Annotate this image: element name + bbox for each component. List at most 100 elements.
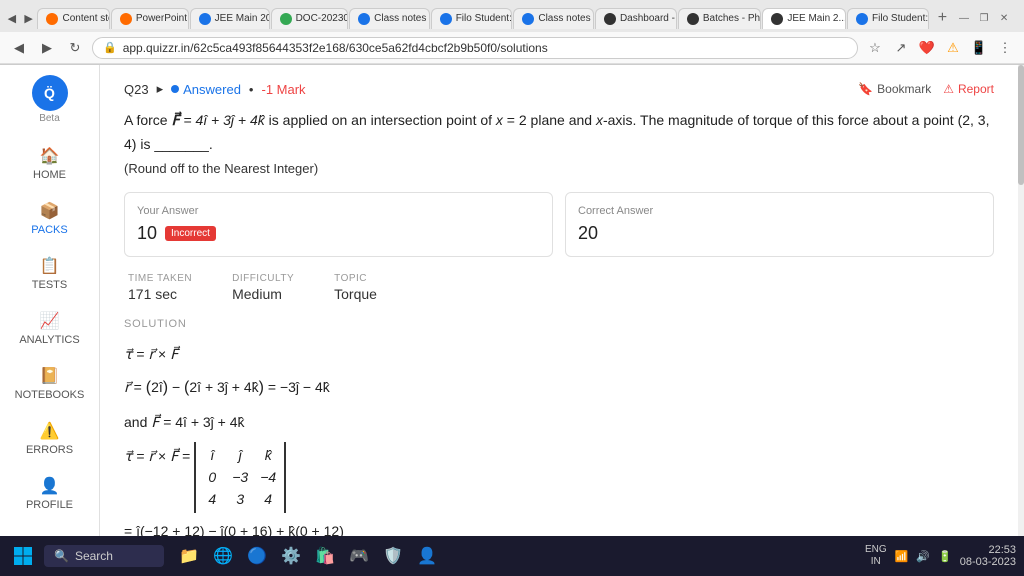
tab-content-store[interactable]: Content store (37, 8, 109, 29)
minimize-button[interactable]: — (956, 10, 972, 26)
new-tab-button[interactable]: + (930, 5, 955, 31)
bookmark-label: Bookmark (877, 82, 931, 96)
tab-class-notes1[interactable]: Class notes | f... (349, 8, 430, 29)
menu-icon[interactable]: ⋮ (994, 37, 1016, 59)
mark-penalty: -1 Mark (261, 82, 305, 97)
bookmark-button[interactable]: 🔖 Bookmark (858, 82, 931, 96)
your-answer-number: 10 (137, 223, 157, 244)
share-icon[interactable]: ↗ (890, 37, 912, 59)
taskbar-chrome[interactable]: 🌐 (208, 541, 238, 571)
taskbar-app2[interactable]: 🎮 (344, 541, 374, 571)
matrix-k: k̂ (260, 444, 276, 466)
tab-favicon (199, 13, 211, 25)
sidebar-item-tests[interactable]: 📋 TESTS (5, 248, 95, 299)
tab-favicon (522, 13, 534, 25)
speaker-icon: 🔊 (916, 550, 930, 563)
sidebar-item-label: PACKS (31, 224, 67, 236)
matrix-r2: −3 (232, 466, 248, 488)
taskbar: 🔍 Search 📁 🌐 🔵 ⚙️ 🛍️ 🎮 🛡️ 👤 ENGIN 📶 🔊 🔋 … (0, 536, 1024, 576)
dot-separator: • (249, 82, 254, 97)
taskbar-app3[interactable]: 🛡️ (378, 541, 408, 571)
sidebar-item-label: ANALYTICS (19, 334, 79, 346)
tab-label: Filo Student: V... (456, 13, 513, 24)
tab-label: DOC-202301... (296, 13, 349, 24)
tab-doc[interactable]: DOC-202301... (271, 8, 349, 29)
restore-button[interactable]: ❐ (976, 10, 992, 26)
topic-value: Torque (334, 286, 377, 302)
solution-line-5: = î(−12 + 12) − ĵ(0 + 16) + k̂(0 + 12) (124, 517, 994, 536)
scrollbar[interactable] (1018, 65, 1024, 536)
tab-filo1[interactable]: Filo Student: V... (431, 8, 513, 29)
matrix-f2: 3 (232, 488, 248, 510)
lock-icon: 🔒 (103, 41, 117, 54)
taskbar-edge[interactable]: 🔵 (242, 541, 272, 571)
cast-icon[interactable]: 📱 (968, 37, 990, 59)
tab-label: JEE Main 201... (215, 13, 270, 24)
tab-favicon (604, 13, 616, 25)
date-display: 08-03-2023 (960, 556, 1016, 568)
answer-boxes: Your Answer 10 Incorrect Correct Answer … (124, 192, 994, 257)
bookmark-star-icon[interactable]: ☆ (864, 37, 886, 59)
sidebar-item-profile[interactable]: 👤 PROFILE (5, 468, 95, 519)
sidebar-item-errors[interactable]: ⚠️ ERRORS (5, 413, 95, 464)
reload-button[interactable]: ↻ (64, 37, 86, 59)
topic-label: TOPIC (334, 273, 377, 284)
matrix-f1: 4 (204, 488, 220, 510)
tab-dashboard[interactable]: Dashboard - C... (595, 8, 677, 29)
alert-icon[interactable]: ⚠ (942, 37, 964, 59)
sidebar-item-notebooks[interactable]: 📔 NOTEBOOKS (5, 358, 95, 409)
solution-content: τ⃗ = r⃗ × F⃗ r⃗ = (2î) − (2î + 3ĵ + 4k̂)… (124, 340, 994, 536)
determinant-matrix: îĵk̂ 0−3−4 434 (194, 442, 286, 513)
difficulty-label: DIFFICULTY (232, 273, 294, 284)
start-button[interactable] (8, 541, 38, 571)
tab-class-notes2[interactable]: Class notes | f... (513, 8, 594, 29)
main-container: Q̈ Beta 🏠 HOME 📦 PACKS 📋 TESTS 📈 ANALYTI… (0, 65, 1024, 536)
tab-favicon (856, 13, 868, 25)
taskbar-search-box[interactable]: 🔍 Search (44, 545, 164, 567)
stat-topic: TOPIC Torque (334, 273, 377, 302)
tab-favicon (280, 13, 292, 25)
close-button[interactable]: ✕ (996, 10, 1012, 26)
taskbar-right: ENGIN 📶 🔊 🔋 22:53 08-03-2023 (865, 544, 1016, 568)
report-button[interactable]: ⚠ Report (943, 82, 994, 96)
nav-right-icons: ☆ ↗ ❤️ ⚠ 📱 ⋮ (864, 37, 1016, 59)
tab-back-btn[interactable]: ◀ (4, 7, 20, 29)
sidebar-logo: Q̈ Beta (32, 75, 68, 124)
url-bar[interactable]: 🔒 app.quizzr.in/62c5ca493f85644353f2e168… (92, 37, 858, 59)
tab-forward-btn[interactable]: ▶ (21, 7, 37, 29)
taskbar-explorer[interactable]: 📁 (174, 541, 204, 571)
back-button[interactable]: ◀ (8, 37, 30, 59)
separator: ▸ (157, 81, 164, 97)
profile-icon[interactable]: ❤️ (916, 37, 938, 59)
tab-bar: ◀ ▶ Content store PowerPoint P... JEE Ma… (0, 0, 1024, 32)
solution-line-4: τ⃗ = r⃗ × F⃗ = îĵk̂ 0−3−4 434 (124, 442, 994, 513)
logo-beta-label: Beta (39, 113, 60, 124)
taskbar-store[interactable]: 🛍️ (310, 541, 340, 571)
solution-text-2: r⃗ = (2î) − (2î + 3ĵ + 4k̂) = −3ĵ − 4k̂ (124, 372, 330, 404)
correct-answer-number: 20 (578, 223, 598, 244)
sidebar-item-analytics[interactable]: 📈 ANALYTICS (5, 303, 95, 354)
matrix-r1: 0 (204, 466, 220, 488)
tab-batches[interactable]: Batches - Phys... (678, 8, 762, 29)
taskbar-app4[interactable]: 👤 (412, 541, 442, 571)
question-actions: 🔖 Bookmark ⚠ Report (858, 82, 994, 96)
tab-jee-main-active[interactable]: JEE Main 2... ✕ (762, 8, 846, 29)
incorrect-badge: Incorrect (165, 226, 216, 241)
url-text: app.quizzr.in/62c5ca493f85644353f2e168/6… (123, 41, 847, 55)
profile-menu-icon: 👤 (40, 476, 60, 496)
taskbar-lang: ENGIN (865, 544, 887, 568)
tab-powerpoint[interactable]: PowerPoint P... (111, 8, 189, 29)
sidebar-item-home[interactable]: 🏠 HOME (5, 138, 95, 189)
solution-header: SOLUTION (124, 318, 994, 330)
tests-icon: 📋 (40, 256, 60, 276)
stat-difficulty: DIFFICULTY Medium (232, 273, 294, 302)
forward-button[interactable]: ▶ (36, 37, 58, 59)
sidebar-item-packs[interactable]: 📦 PACKS (5, 193, 95, 244)
solution-line-3: and F⃗ = 4î + 3ĵ + 4k̂ (124, 408, 994, 436)
taskbar-app1[interactable]: ⚙️ (276, 541, 306, 571)
tab-jee1[interactable]: JEE Main 201... (190, 8, 270, 29)
browser-chrome: ◀ ▶ Content store PowerPoint P... JEE Ma… (0, 0, 1024, 65)
tab-label: Batches - Phys... (703, 13, 762, 24)
force-vector: F⃗ = 4î + 3ĵ + 4k̂ (171, 112, 264, 128)
tab-filo2[interactable]: Filo Student: V... (847, 8, 929, 29)
